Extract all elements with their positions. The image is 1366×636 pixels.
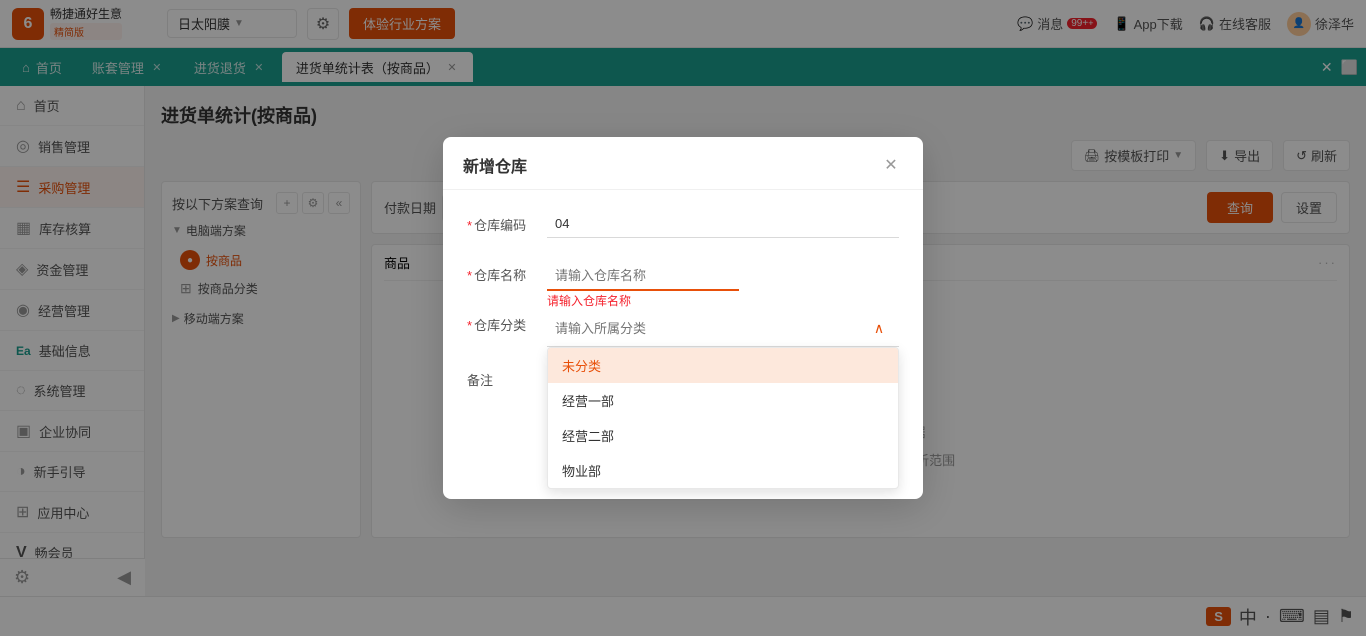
modal-header: 新增仓库 ✕ [443, 137, 923, 190]
category-dropdown: 未分类 经营一部 经营二部 物业部 [547, 347, 899, 489]
modal-close-button[interactable]: ✕ [879, 153, 903, 177]
warehouse-category-select[interactable]: ∧ [547, 310, 899, 347]
modal-body: * 仓库编码 * 仓库名称 请输入仓库名称 * [443, 190, 923, 431]
warehouse-code-label: * 仓库编码 [467, 210, 547, 242]
dropdown-item-dept1[interactable]: 经营一部 [548, 383, 898, 418]
dropdown-item-dept2[interactable]: 经营二部 [548, 418, 898, 453]
modal-overlay[interactable]: 新增仓库 ✕ * 仓库编码 * 仓库名称 [0, 0, 1366, 636]
remarks-label: 备注 [467, 365, 547, 397]
category-input[interactable] [555, 321, 867, 336]
dropdown-item-dept3[interactable]: 物业部 [548, 453, 898, 488]
required-star-3: * [467, 310, 472, 342]
close-icon: ✕ [884, 155, 897, 175]
warehouse-code-row: * 仓库编码 [467, 210, 899, 242]
warehouse-name-input[interactable] [547, 262, 739, 291]
warehouse-name-label: * 仓库名称 [467, 260, 547, 292]
dropdown-item-uncategorized[interactable]: 未分类 [548, 348, 898, 383]
warehouse-name-error: 请输入仓库名称 [547, 292, 631, 309]
warehouse-code-input[interactable] [547, 210, 899, 238]
required-star: * [467, 210, 472, 242]
new-warehouse-modal: 新增仓库 ✕ * 仓库编码 * 仓库名称 [443, 137, 923, 499]
category-chevron-icon: ∧ [867, 316, 891, 340]
modal-title: 新增仓库 [463, 153, 527, 177]
warehouse-name-row: * 仓库名称 请输入仓库名称 [467, 260, 899, 292]
warehouse-category-label: * 仓库分类 [467, 310, 547, 342]
required-star-2: * [467, 260, 472, 292]
warehouse-name-input-row: * 仓库名称 [467, 260, 739, 292]
warehouse-category-row: * 仓库分类 ∧ 未分类 经营一部 经营二部 物业部 [467, 310, 899, 347]
